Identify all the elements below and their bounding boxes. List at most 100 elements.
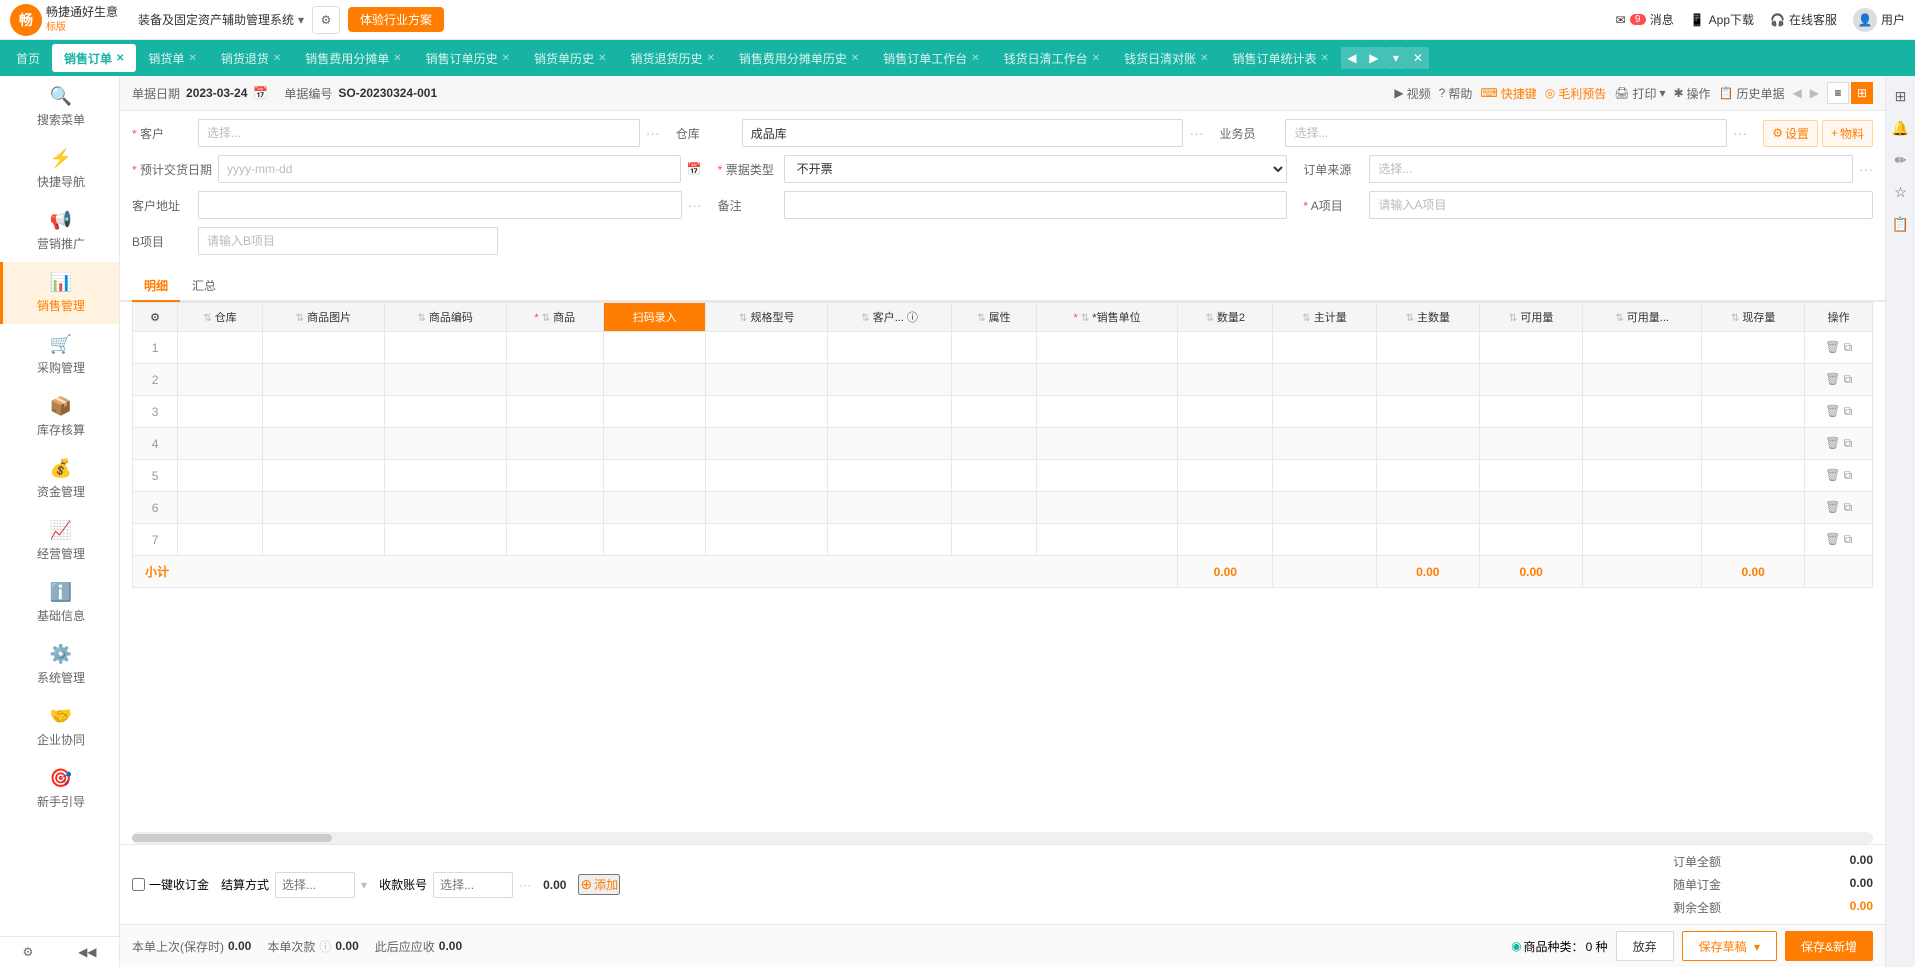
sidebar-settings-icon[interactable]: ⚙ <box>22 945 33 959</box>
nav-tab-invoice-history[interactable]: 销货单历史 ✕ <box>522 44 618 72</box>
profit-btn[interactable]: ◎ 毛利预告 <box>1545 85 1607 102</box>
nav-close-all[interactable]: ✕ <box>1407 47 1429 69</box>
row-delete-icon[interactable]: 🗑 <box>1825 340 1840 354</box>
nav-tab-close-7[interactable]: ✕ <box>706 53 714 64</box>
nav-tab-close-4[interactable]: ✕ <box>393 53 401 64</box>
payment-more-icon[interactable]: ▾ <box>361 878 367 892</box>
nav-tab-workbench[interactable]: 销售订单工作台 ✕ <box>871 44 991 72</box>
system-dropdown-btn[interactable]: ▾ <box>298 13 304 27</box>
account-more-icon[interactable]: ··· <box>519 878 531 892</box>
nav-tab-close-5[interactable]: ✕ <box>502 53 510 64</box>
history-btn[interactable]: 📋 历史单据 <box>1719 85 1785 102</box>
row-copy-icon[interactable]: ⧉ <box>1844 340 1853 354</box>
col-settings[interactable]: ⚙ <box>133 303 178 332</box>
shortcut-btn[interactable]: ⌨ 快捷键 <box>1480 85 1536 102</box>
scrollbar-thumb[interactable] <box>132 834 332 842</box>
warehouse-input[interactable] <box>742 119 1184 147</box>
nav-tab-close-2[interactable]: ✕ <box>188 53 196 64</box>
nav-tab-reconcile[interactable]: 钱货日清对账 ✕ <box>1112 44 1220 72</box>
right-icon-1[interactable]: ⊞ <box>1889 84 1913 108</box>
sidebar-item-collab[interactable]: 🤝 企业协同 <box>0 696 119 758</box>
nav-tab-close-12[interactable]: ✕ <box>1321 53 1329 64</box>
col-avail-qty[interactable]: ⇅ 可用量 <box>1479 303 1582 332</box>
customer-more-icon[interactable]: ··· <box>646 125 660 141</box>
row-copy-icon[interactable]: ⧉ <box>1844 404 1853 418</box>
sidebar-item-sales[interactable]: 📊 销售管理 <box>0 262 119 324</box>
account-input[interactable] <box>433 872 513 898</box>
nav-tab-close[interactable]: ✕ <box>116 53 124 64</box>
row-copy-icon[interactable]: ⧉ <box>1844 436 1853 450</box>
nav-tab-home[interactable]: 首页 <box>4 44 52 72</box>
payment-method-input[interactable] <box>275 872 355 898</box>
nav-tab-order-history[interactable]: 销售订单历史 ✕ <box>414 44 522 72</box>
user-btn[interactable]: 👤 用户 <box>1853 8 1905 32</box>
b-project-input[interactable] <box>198 227 498 255</box>
sidebar-item-inventory[interactable]: 📦 库存核算 <box>0 386 119 448</box>
col-main-unit[interactable]: ⇅ 主计量 <box>1273 303 1376 332</box>
sidebar-item-guide[interactable]: 🎯 新手引导 <box>0 758 119 820</box>
row-copy-icon[interactable]: ⧉ <box>1844 532 1853 546</box>
add-payment-btn[interactable]: ⊕ 添加 <box>578 874 620 895</box>
sidebar-item-base-info[interactable]: ℹ️ 基础信息 <box>0 572 119 634</box>
col-qty2[interactable]: ⇅ 数量2 <box>1178 303 1273 332</box>
nav-tab-close-6[interactable]: ✕ <box>598 53 606 64</box>
delivery-cal-icon[interactable]: 📅 <box>687 162 702 176</box>
sidebar-item-search[interactable]: 🔍 搜索菜单 <box>0 76 119 138</box>
sidebar-item-purchase[interactable]: 🛒 采购管理 <box>0 324 119 386</box>
invoice-type-select[interactable]: 不开票 普通发票 增值税专票 <box>784 155 1288 183</box>
order-source-input[interactable] <box>1369 155 1853 183</box>
row-delete-icon[interactable]: 🗑 <box>1825 500 1840 514</box>
delivery-date-input[interactable] <box>218 155 681 183</box>
nav-tab-close-9[interactable]: ✕ <box>971 53 979 64</box>
col-current-qty[interactable]: ⇅ 现存量 <box>1702 303 1805 332</box>
save-draft-btn[interactable]: 保存草稿 ▾ <box>1682 931 1777 961</box>
right-icon-4[interactable]: ☆ <box>1889 180 1913 204</box>
right-icon-5[interactable]: 📋 <box>1889 212 1913 236</box>
list-view-btn[interactable]: ≡ <box>1827 82 1849 104</box>
customer-address-input[interactable] <box>198 191 682 219</box>
settings-btn[interactable]: ⚙ 设置 <box>1763 120 1818 147</box>
col-avail-qty2[interactable]: ⇅ 可用量... <box>1583 303 1702 332</box>
nav-tab-close-10[interactable]: ✕ <box>1092 53 1100 64</box>
row-copy-icon[interactable]: ⧉ <box>1844 468 1853 482</box>
help-btn[interactable]: ? 帮助 <box>1439 85 1473 102</box>
row-copy-icon[interactable]: ⧉ <box>1844 500 1853 514</box>
staff-input[interactable] <box>1285 119 1727 147</box>
address-more-icon[interactable]: ··· <box>688 197 702 213</box>
tab-summary[interactable]: 汇总 <box>180 271 228 302</box>
nav-left-arrow[interactable]: ◀ <box>1341 47 1363 69</box>
one-key-checkout-checkbox[interactable] <box>132 878 145 891</box>
order-source-more-icon[interactable]: ··· <box>1859 161 1873 177</box>
col-warehouse[interactable]: ⇅ 仓库 <box>178 303 263 332</box>
nav-tab-close-8[interactable]: ✕ <box>851 53 859 64</box>
sidebar-item-nav[interactable]: ⚡ 快捷导航 <box>0 138 119 200</box>
online-service-btn[interactable]: 🎧 在线客服 <box>1770 11 1837 28</box>
calendar-icon[interactable]: 📅 <box>253 86 268 100</box>
row-delete-icon[interactable]: 🗑 <box>1825 436 1840 450</box>
app-download-btn[interactable]: 📱 App下载 <box>1690 11 1754 28</box>
operation-btn[interactable]: ✱ 操作 <box>1673 85 1710 102</box>
save-new-btn[interactable]: 保存&新增 <box>1785 931 1873 961</box>
sidebar-item-finance[interactable]: 💰 资金管理 <box>0 448 119 510</box>
discard-btn[interactable]: 放弃 <box>1616 931 1674 961</box>
one-key-checkout-label[interactable]: 一键收订金 <box>132 876 209 893</box>
nav-tab-sales-invoice[interactable]: 销货单 ✕ <box>136 44 208 72</box>
warehouse-more-icon[interactable]: ··· <box>1189 125 1203 141</box>
tab-detail[interactable]: 明细 <box>132 271 180 302</box>
row-delete-icon[interactable]: 🗑 <box>1825 372 1840 386</box>
nav-tab-sales-expense[interactable]: 销售费用分摊单 ✕ <box>293 44 413 72</box>
view-video-btn[interactable]: ▶ 视频 <box>1394 85 1430 102</box>
nav-tab-return-history[interactable]: 销货退货历史 ✕ <box>618 44 726 72</box>
nav-right-arrow[interactable]: ▶ <box>1363 47 1385 69</box>
remark-input[interactable] <box>784 191 1288 219</box>
sidebar-item-marketing[interactable]: 📢 营销推广 <box>0 200 119 262</box>
grid-view-btn[interactable]: ⊞ <box>1851 82 1873 104</box>
row-delete-icon[interactable]: 🗑 <box>1825 468 1840 482</box>
col-code[interactable]: ⇅ 商品编码 <box>384 303 506 332</box>
nav-tab-sales-return[interactable]: 销货退货 ✕ <box>209 44 293 72</box>
nav-menu-arrow[interactable]: ▾ <box>1385 47 1407 69</box>
col-scan[interactable]: 扫码录入 <box>603 303 706 332</box>
customer-input[interactable] <box>198 119 640 147</box>
sidebar-item-system[interactable]: ⚙️ 系统管理 <box>0 634 119 696</box>
nav-tab-stats[interactable]: 销售订单统计表 ✕ <box>1220 44 1340 72</box>
